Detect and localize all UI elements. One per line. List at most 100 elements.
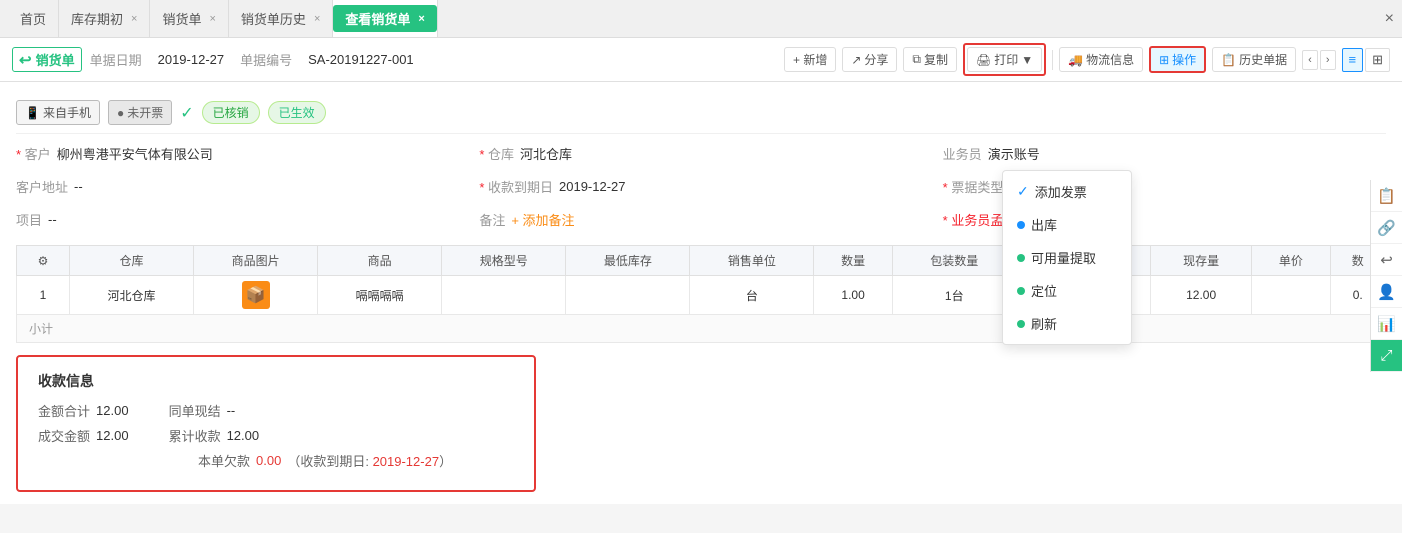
ticket-type-label: 票据类型 <box>943 177 1004 196</box>
summary-row-1: 金额合计 12.00 同单现结 -- <box>38 401 514 420</box>
row-warehouse: 河北仓库 <box>69 276 193 315</box>
operation-button[interactable]: ⊞ 操作 <box>1149 46 1206 73</box>
tab-inventory-close[interactable]: × <box>131 13 137 25</box>
right-icon-expand[interactable]: ⤢ <box>1371 340 1402 372</box>
view-grid-button[interactable]: ⊞ <box>1365 48 1390 72</box>
right-icon-2[interactable]: 🔗 <box>1371 212 1402 244</box>
history-button[interactable]: 📋 历史单据 <box>1212 47 1296 72</box>
toolbar-actions: + 新增 ↗ 分享 ⧉ 复制 🖨 打印 ▼ 🚚 物流信息 ⊞ 操作 📋 历史单 <box>784 43 1390 76</box>
tab-view-sales-close[interactable]: × <box>418 13 424 25</box>
unchecked-icon: ● <box>117 106 124 120</box>
customer-label: 客户 <box>16 144 51 163</box>
row-pack-qty: 1台 <box>892 276 1016 315</box>
right-icon-1[interactable]: 📋 <box>1371 180 1402 212</box>
col-settings[interactable]: ⚙ <box>17 246 70 276</box>
from-phone-button[interactable]: 📱 来自手机 <box>16 100 100 125</box>
tab-home-label: 首页 <box>20 9 46 28</box>
staff-label: 业务员 <box>943 144 982 163</box>
tab-bar: 首页 库存期初 × 销货单 × 销货单历史 × 查看销货单 × × <box>0 0 1402 38</box>
row-no: 1 <box>17 276 70 315</box>
note-field: 备注 + 添加备注 <box>479 206 922 233</box>
new-button[interactable]: + 新增 <box>784 47 836 72</box>
nav-arrows: ‹ › <box>1302 50 1335 70</box>
phone-icon: 📱 <box>25 106 40 120</box>
due-date-field: 收款到期日 2019-12-27 <box>479 173 922 200</box>
balance-item: 本单欠款 0.00 （收款到期日: 2019-12-27） <box>198 451 452 470</box>
total-received-label: 累计收款 <box>169 426 221 445</box>
right-icon-4[interactable]: 👤 <box>1371 276 1402 308</box>
doc-type-label: 销货单 <box>36 50 75 69</box>
operation-icon: ⊞ <box>1159 53 1169 67</box>
col-unit-price: 单价 <box>1252 246 1330 276</box>
approved-status: 已核销 <box>202 101 260 124</box>
refresh-dot-icon <box>1017 320 1025 328</box>
tab-view-sales[interactable]: 查看销货单 × <box>333 0 437 37</box>
locate-label: 定位 <box>1031 281 1057 300</box>
deal-amount-label: 成交金额 <box>38 426 90 445</box>
date-value: 2019-12-27 <box>158 52 225 67</box>
row-product: 嗝嗝嗝嗝 <box>318 276 442 315</box>
due-date-value: 2019-12-27 <box>559 179 626 194</box>
tab-sales-order[interactable]: 销货单 × <box>150 0 228 37</box>
print-highlight-box: 🖨 打印 ▼ <box>963 43 1046 76</box>
same-order-value: -- <box>227 403 236 418</box>
total-amount-item: 金额合计 12.00 <box>38 401 129 420</box>
warehouse-label: 仓库 <box>479 144 514 163</box>
total-received-value: 12.00 <box>227 428 260 443</box>
form-row-1: 客户 柳州粤港平安气体有限公司 仓库 河北仓库 业务员 演示账号 <box>16 140 1386 167</box>
total-amount-value: 12.00 <box>96 403 129 418</box>
spacer-item <box>38 451 158 470</box>
print-button[interactable]: 🖨 打印 ▼ <box>967 47 1042 72</box>
prev-button[interactable]: ‹ <box>1302 50 1318 70</box>
table-header-row: ⚙ 仓库 商品图片 商品 规格型号 最低库存 销售单位 数量 包装数量 可用量 … <box>17 246 1386 276</box>
total-amount-label: 金额合计 <box>38 401 90 420</box>
next-button[interactable]: › <box>1320 50 1336 70</box>
locate-dot-icon <box>1017 287 1025 295</box>
view-switch: ≡ ⊞ <box>1342 48 1391 72</box>
toolbar-separator-1 <box>1052 50 1053 70</box>
logistics-button[interactable]: 🚚 物流信息 <box>1059 47 1143 72</box>
available-qty-label: 可用量提取 <box>1031 248 1096 267</box>
tab-history-close[interactable]: × <box>314 13 320 25</box>
col-product-img: 商品图片 <box>194 246 318 276</box>
balance-value: 0.00 <box>256 453 281 468</box>
outbound-label: 出库 <box>1031 215 1057 234</box>
summary-row-2: 成交金额 12.00 累计收款 12.00 <box>38 426 514 445</box>
right-icon-panel: 📋 🔗 ↩ 👤 📊 ⤢ <box>1370 180 1402 372</box>
col-product: 商品 <box>318 246 442 276</box>
address-value: -- <box>74 179 83 194</box>
share-icon: ↗ <box>851 53 861 67</box>
view-list-button[interactable]: ≡ <box>1342 48 1364 72</box>
deal-amount-value: 12.00 <box>96 428 129 443</box>
total-received-item: 累计收款 12.00 <box>169 426 260 445</box>
tab-sales-close[interactable]: × <box>209 13 215 25</box>
refresh-item[interactable]: 刷新 <box>1003 307 1131 340</box>
note-label: 备注 <box>479 210 505 229</box>
right-icon-5[interactable]: 📊 <box>1371 308 1402 340</box>
form-row-2: 客户地址 -- 收款到期日 2019-12-27 票据类型 不开票 <box>16 173 1386 200</box>
outbound-item[interactable]: 出库 <box>1003 208 1131 241</box>
add-note-button[interactable]: + 添加备注 <box>511 210 574 229</box>
table-container: ⚙ 仓库 商品图片 商品 规格型号 最低库存 销售单位 数量 包装数量 可用量 … <box>16 241 1386 343</box>
tab-home[interactable]: 首页 <box>8 0 59 37</box>
due-date-label: 收款到期日 <box>479 177 553 196</box>
row-unit-price <box>1252 276 1330 315</box>
right-icon-3[interactable]: ↩ <box>1371 244 1402 276</box>
col-min-stock: 最低库存 <box>566 246 690 276</box>
window-close-button[interactable]: × <box>1385 10 1394 28</box>
tab-inventory-init[interactable]: 库存期初 × <box>59 0 150 37</box>
toolbar-info: 单据日期 2019-12-27 单据编号 SA-20191227-001 <box>90 50 776 69</box>
add-invoice-item[interactable]: ✓ 添加发票 <box>1003 175 1131 208</box>
form-row-3: 项目 -- 备注 + 添加备注 * 业务员孟 -- <box>16 206 1386 233</box>
balance-note: （收款到期日: 2019-12-27） <box>287 451 452 470</box>
share-button[interactable]: ↗ 分享 <box>842 47 897 72</box>
copy-button[interactable]: ⧉ 复制 <box>903 47 957 72</box>
unchecked-button[interactable]: ● 未开票 <box>108 100 172 125</box>
col-warehouse: 仓库 <box>69 246 193 276</box>
deal-amount-item: 成交金额 12.00 <box>38 426 129 445</box>
tab-inventory-label: 库存期初 <box>71 9 123 28</box>
locate-item[interactable]: 定位 <box>1003 274 1131 307</box>
staff-field: 业务员 演示账号 <box>943 140 1386 167</box>
tab-sales-history[interactable]: 销货单历史 × <box>229 0 333 37</box>
available-qty-item[interactable]: 可用量提取 <box>1003 241 1131 274</box>
